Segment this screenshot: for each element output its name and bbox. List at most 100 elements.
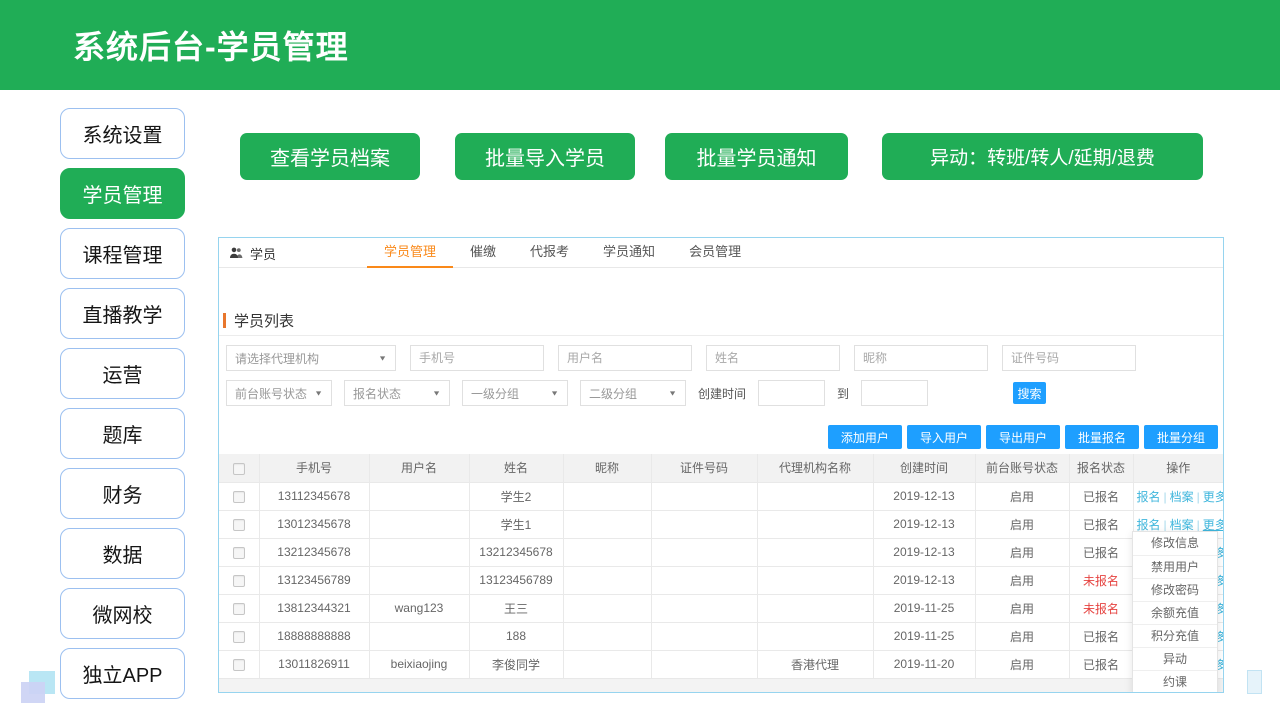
menu-item-balance-recharge[interactable]: 余额充值 [1133, 601, 1217, 624]
idno-input[interactable] [1002, 345, 1136, 371]
cell-created: 2019-12-13 [873, 566, 975, 594]
more-link[interactable]: 更多 [1203, 490, 1223, 504]
tab-member-management[interactable]: 会员管理 [672, 238, 758, 268]
cell-phone: 13812344321 [259, 594, 369, 622]
menu-item-change-password[interactable]: 修改密码 [1133, 578, 1217, 601]
menu-item-edit-info[interactable]: 修改信息 [1133, 532, 1217, 555]
cell-username [369, 622, 469, 650]
cell-agency [757, 594, 873, 622]
cell-name: 学生2 [469, 482, 563, 510]
sidebar-item-live-teaching[interactable]: 直播教学 [60, 288, 185, 339]
tab-student-notification[interactable]: 学员通知 [586, 238, 672, 268]
archive-link[interactable]: 档案 [1170, 490, 1194, 504]
cell-account-status: 启用 [975, 650, 1069, 678]
create-time-start-input[interactable] [758, 380, 825, 406]
sidebar-item-question-bank[interactable]: 题库 [60, 408, 185, 459]
batch-student-notify-button[interactable]: 批量学员通知 [665, 133, 848, 180]
cell-account-status: 启用 [975, 622, 1069, 650]
cell-agency [757, 622, 873, 650]
cell-phone: 13212345678 [259, 538, 369, 566]
create-time-end-input[interactable] [861, 380, 928, 406]
nickname-input[interactable] [854, 345, 988, 371]
table-row: 13812344321 wang123 王三 2019-11-25 启用 未报名… [219, 594, 1223, 622]
view-student-archive-button[interactable]: 查看学员档案 [240, 133, 420, 180]
cell-name: 王三 [469, 594, 563, 622]
signup-link[interactable]: 报名 [1137, 518, 1161, 532]
name-input[interactable] [706, 345, 840, 371]
panel-tabs: 学员管理 催缴 代报考 学员通知 会员管理 [367, 238, 758, 268]
cell-nickname [563, 566, 651, 594]
phone-input[interactable] [410, 345, 544, 371]
cell-signup-status: 已报名 [1069, 650, 1133, 678]
cell-agency [757, 538, 873, 566]
breadcrumb-label: 学员 [250, 244, 276, 263]
decorative-square-lavender [21, 682, 45, 703]
sidebar-item-data[interactable]: 数据 [60, 528, 185, 579]
cell-username [369, 566, 469, 594]
batch-import-students-button[interactable]: 批量导入学员 [455, 133, 635, 180]
sidebar-item-system-settings[interactable]: 系统设置 [60, 108, 185, 159]
cell-idno [651, 566, 757, 594]
group-level2-value: 二级分组 [589, 385, 637, 402]
search-button[interactable]: 搜索 [1013, 382, 1046, 404]
row-checkbox[interactable] [233, 631, 245, 643]
menu-item-book-lesson[interactable]: 约课 [1133, 670, 1217, 693]
chevron-down-icon: ▼ [550, 389, 559, 397]
username-input[interactable] [558, 345, 692, 371]
sidebar-item-student-management[interactable]: 学员管理 [60, 168, 185, 219]
cell-created: 2019-11-25 [873, 622, 975, 650]
cell-username: wang123 [369, 594, 469, 622]
row-checkbox[interactable] [233, 659, 245, 671]
menu-item-points-recharge[interactable]: 积分充值 [1133, 624, 1217, 647]
cell-idno [651, 594, 757, 622]
table-row: 18888888888 188 2019-11-25 启用 已报名 报名|档案|… [219, 622, 1223, 650]
col-phone: 手机号 [259, 454, 369, 482]
more-link-open[interactable]: 更多 [1203, 518, 1223, 532]
sidebar-item-course-management[interactable]: 课程管理 [60, 228, 185, 279]
sidebar-item-finance[interactable]: 财务 [60, 468, 185, 519]
menu-item-disable-user[interactable]: 禁用用户 [1133, 555, 1217, 578]
signup-link[interactable]: 报名 [1137, 490, 1161, 504]
sidebar-item-operations[interactable]: 运营 [60, 348, 185, 399]
cell-nickname [563, 538, 651, 566]
archive-link[interactable]: 档案 [1170, 518, 1194, 532]
table-row: 13123456789 13123456789 2019-12-13 启用 未报… [219, 566, 1223, 594]
export-user-button[interactable]: 导出用户 [986, 425, 1060, 449]
batch-signup-button[interactable]: 批量报名 [1065, 425, 1139, 449]
title-accent-bar [223, 313, 226, 328]
row-checkbox[interactable] [233, 575, 245, 587]
cell-idno [651, 482, 757, 510]
cell-nickname [563, 510, 651, 538]
row-checkbox[interactable] [233, 547, 245, 559]
col-account-status: 前台账号状态 [975, 454, 1069, 482]
group-level1-select[interactable]: 一级分组 ▼ [462, 380, 568, 406]
student-change-button[interactable]: 异动：转班/转人/延期/退费 [882, 133, 1203, 180]
add-user-button[interactable]: 添加用户 [828, 425, 902, 449]
section-title: 学员列表 [234, 310, 294, 331]
cell-nickname [563, 650, 651, 678]
link-separator: | [1197, 518, 1200, 532]
row-checkbox[interactable] [233, 603, 245, 615]
row-checkbox[interactable] [233, 491, 245, 503]
account-status-select[interactable]: 前台账号状态 ▼ [226, 380, 332, 406]
cell-idno [651, 538, 757, 566]
tab-student-management[interactable]: 学员管理 [367, 238, 453, 268]
agency-select[interactable]: 请选择代理机构 ▼ [226, 345, 396, 371]
sidebar-item-micro-school[interactable]: 微网校 [60, 588, 185, 639]
cell-signup-status: 未报名 [1069, 594, 1133, 622]
agency-select-value: 请选择代理机构 [235, 350, 319, 367]
signup-status-select[interactable]: 报名状态 ▼ [344, 380, 450, 406]
import-user-button[interactable]: 导入用户 [907, 425, 981, 449]
select-all-checkbox[interactable] [233, 463, 245, 475]
row-checkbox[interactable] [233, 519, 245, 531]
cell-name: 学生1 [469, 510, 563, 538]
batch-group-button[interactable]: 批量分组 [1144, 425, 1218, 449]
sidebar-item-standalone-app[interactable]: 独立APP [60, 648, 185, 699]
signup-status-value: 报名状态 [353, 385, 401, 402]
col-agency: 代理机构名称 [757, 454, 873, 482]
group-level2-select[interactable]: 二级分组 ▼ [580, 380, 686, 406]
menu-item-change[interactable]: 异动 [1133, 647, 1217, 670]
tab-payment-reminder[interactable]: 催缴 [453, 238, 513, 268]
cell-name: 13212345678 [469, 538, 563, 566]
tab-proxy-exam[interactable]: 代报考 [513, 238, 586, 268]
